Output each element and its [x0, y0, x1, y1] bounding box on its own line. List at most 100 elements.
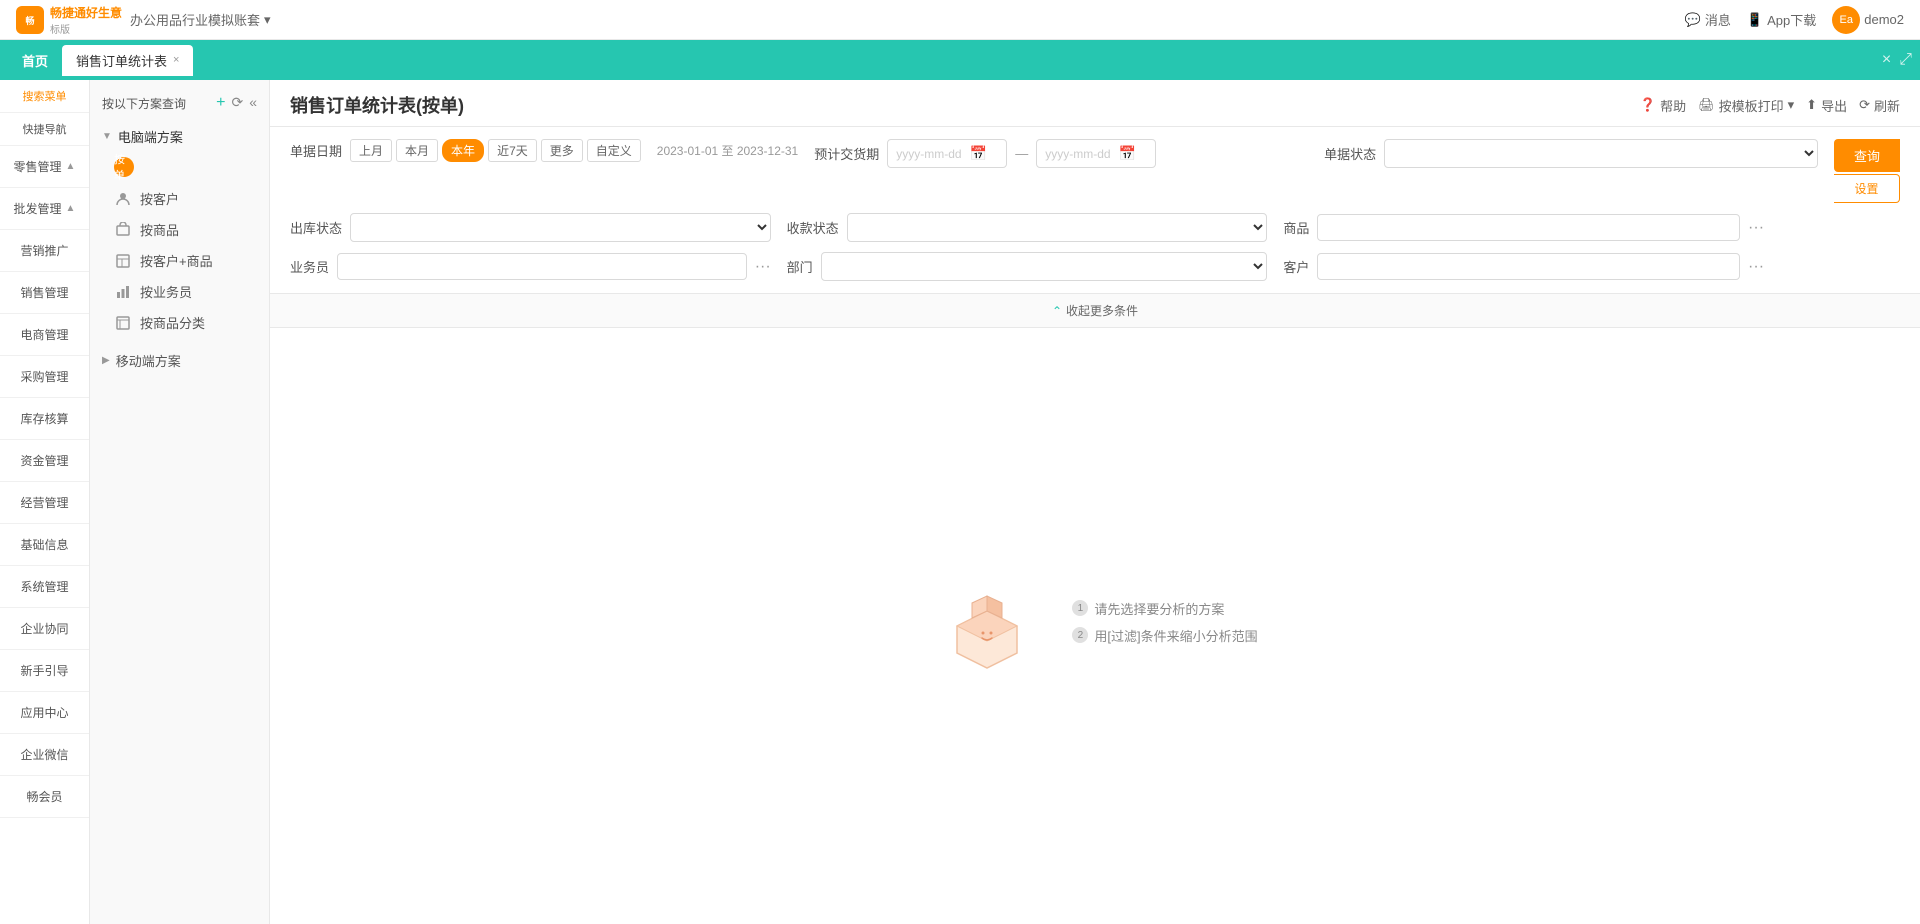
ship-status-select[interactable]	[350, 213, 771, 242]
scheme-by-order[interactable]: 按单	[90, 151, 269, 183]
collapse-bar[interactable]: ⌃ 收起更多条件	[270, 294, 1920, 328]
sidebar-appstore-label: 应用中心	[20, 704, 68, 721]
refresh-button[interactable]: ⟳ 刷新	[1859, 96, 1900, 115]
message-button[interactable]: 💬 消息	[1685, 10, 1731, 29]
date-btn-this-month[interactable]: 本月	[396, 139, 438, 162]
sidebar-item-system[interactable]: 系统管理	[0, 566, 89, 608]
customer-dots[interactable]: ···	[1748, 258, 1764, 276]
sidebar-ecommerce-label: 电商管理	[20, 326, 68, 343]
date-btn-more[interactable]: 更多	[541, 139, 583, 162]
dept-select[interactable]	[821, 252, 1268, 281]
breadcrumb-arrow[interactable]: ▾	[264, 12, 271, 28]
panel-refresh-icon[interactable]: ⟳	[231, 94, 243, 112]
empty-illustration	[932, 581, 1042, 671]
scheme-by-goods[interactable]: 按商品	[90, 214, 269, 245]
sidebar-item-wholesale[interactable]: 批发管理 ▲	[0, 188, 89, 230]
date-btn-last-7[interactable]: 近7天	[488, 139, 537, 162]
sidebar-item-member[interactable]: 畅会员	[0, 776, 89, 818]
date-btn-custom[interactable]: 自定义	[587, 139, 641, 162]
scheme-by-customer-goods[interactable]: 按客户+商品	[90, 245, 269, 276]
mobile-schemes-header[interactable]: ▶ 移动端方案	[90, 346, 269, 375]
sidebar-retail-arrow: ▲	[66, 161, 76, 172]
scheme-sales-icon	[114, 283, 132, 301]
collapse-chevron: ⌃	[1052, 304, 1062, 318]
salesperson-input[interactable]	[337, 253, 747, 280]
date-btn-last-month[interactable]: 上月	[350, 139, 392, 162]
sidebar-item-retail[interactable]: 零售管理 ▲	[0, 146, 89, 188]
sidebar-item-inventory[interactable]: 库存核算	[0, 398, 89, 440]
left-panel: 按以下方案查询 + ⟳ « ▼ 电脑端方案 按单	[90, 80, 270, 924]
scheme-active-badge: 按单	[114, 157, 134, 177]
sidebar-sales-label: 销售管理	[20, 284, 68, 301]
scheme-category-label: 按商品分类	[140, 313, 205, 332]
logo-text: 畅捷通好生意 标版	[50, 4, 122, 36]
sidebar-marketing-label: 营销推广	[20, 242, 68, 259]
mobile-schemes-section: ▶ 移动端方案	[90, 342, 269, 379]
hint-num-2: 2	[1072, 627, 1088, 643]
mobile-arrow: ▶	[102, 355, 110, 366]
customer-input[interactable]	[1317, 253, 1740, 280]
app-download-button[interactable]: 📱 App下载	[1747, 10, 1816, 29]
sidebar-enterprise-label: 企业协同	[20, 620, 68, 637]
scheme-by-category[interactable]: 按商品分类	[90, 307, 269, 338]
sidebar-quick-nav[interactable]: 快捷导航	[0, 113, 89, 146]
sidebar-wechat-label: 企业微信	[20, 746, 68, 763]
sidebar-purchase-label: 采购管理	[20, 368, 68, 385]
sidebar-item-basic[interactable]: 基础信息	[0, 524, 89, 566]
print-button[interactable]: 🖨 按模板打印 ▾	[1698, 96, 1794, 115]
panel-collapse-icon[interactable]: «	[249, 94, 257, 112]
breadcrumb[interactable]: 办公用品行业模拟账套 ▾	[130, 10, 271, 29]
payment-status-select[interactable]	[847, 213, 1268, 242]
help-button[interactable]: ❓ 帮助	[1640, 96, 1686, 115]
collapse-label: 收起更多条件	[1066, 302, 1138, 319]
calendar-from-icon[interactable]: 📅	[970, 145, 987, 162]
sidebar-search[interactable]: 搜索菜单	[0, 80, 89, 113]
settings-button[interactable]: 设置	[1834, 174, 1900, 203]
export-button[interactable]: ⬆ 导出	[1806, 96, 1847, 115]
title-actions: ❓ 帮助 🖨 按模板打印 ▾ ⬆ 导出 ⟳ 刷新	[1640, 96, 1900, 115]
goods-input[interactable]	[1317, 214, 1740, 241]
tab-home[interactable]: 首页	[8, 45, 62, 76]
sidebar-item-newbie[interactable]: 新手引导	[0, 650, 89, 692]
delivery-from-input[interactable]: yyyy-mm-dd 📅	[887, 139, 1007, 168]
salesperson-dots[interactable]: ···	[755, 258, 771, 276]
refresh-icon: ⟳	[1859, 97, 1870, 113]
sidebar-system-label: 系统管理	[20, 578, 68, 595]
sidebar-item-wechat[interactable]: 企业微信	[0, 734, 89, 776]
pc-schemes-arrow: ▼	[102, 131, 112, 142]
content-area: 按以下方案查询 + ⟳ « ▼ 电脑端方案 按单	[90, 80, 1920, 924]
sidebar-item-ecommerce[interactable]: 电商管理	[0, 314, 89, 356]
scheme-cg-icon	[114, 252, 132, 270]
scheme-by-customer[interactable]: 按客户	[90, 183, 269, 214]
empty-state: 1 请先选择要分析的方案 2 用[过滤]条件来缩小分析范围	[270, 328, 1920, 924]
panel-header-icons: + ⟳ «	[216, 94, 257, 112]
delivery-to-input[interactable]: yyyy-mm-dd 📅	[1036, 139, 1156, 168]
doc-status-select[interactable]	[1384, 139, 1818, 168]
sidebar-item-operations[interactable]: 经营管理	[0, 482, 89, 524]
top-header: 畅 畅捷通好生意 标版 办公用品行业模拟账套 ▾ 💬 消息 📱 App下载 Ea…	[0, 0, 1920, 40]
user-profile[interactable]: Ea demo2	[1832, 6, 1904, 34]
sidebar-item-marketing[interactable]: 营销推广	[0, 230, 89, 272]
panel-header: 按以下方案查询 + ⟳ «	[90, 88, 269, 118]
query-button[interactable]: 查询	[1834, 139, 1900, 172]
scheme-by-salesperson[interactable]: 按业务员	[90, 276, 269, 307]
sidebar-item-appstore[interactable]: 应用中心	[0, 692, 89, 734]
goods-dots[interactable]: ···	[1748, 219, 1764, 237]
sidebar-item-finance[interactable]: 资金管理	[0, 440, 89, 482]
tab-close-icon[interactable]: ×	[173, 54, 179, 66]
tab-expand-btn[interactable]: ⤢	[1899, 51, 1912, 69]
scheme-cat-icon	[114, 314, 132, 332]
filter-bar: 单据日期 上月 本月 本年 近7天 更多 自定义 2023-01-01 至 20…	[270, 127, 1920, 294]
calendar-to-icon[interactable]: 📅	[1119, 145, 1136, 162]
tab-close-btn[interactable]: ×	[1882, 51, 1891, 69]
scheme-goods-label: 按商品	[140, 220, 179, 239]
sidebar-operations-label: 经营管理	[20, 494, 68, 511]
sidebar-item-purchase[interactable]: 采购管理	[0, 356, 89, 398]
panel-add-icon[interactable]: +	[216, 94, 225, 112]
tab-bar-actions: × ⤢	[1882, 51, 1912, 69]
sidebar-item-enterprise[interactable]: 企业协同	[0, 608, 89, 650]
sidebar-item-sales[interactable]: 销售管理	[0, 272, 89, 314]
tab-sales-order-stats[interactable]: 销售订单统计表 ×	[62, 45, 193, 76]
pc-schemes-header[interactable]: ▼ 电脑端方案	[90, 122, 269, 151]
date-btn-this-year[interactable]: 本年	[442, 139, 484, 162]
